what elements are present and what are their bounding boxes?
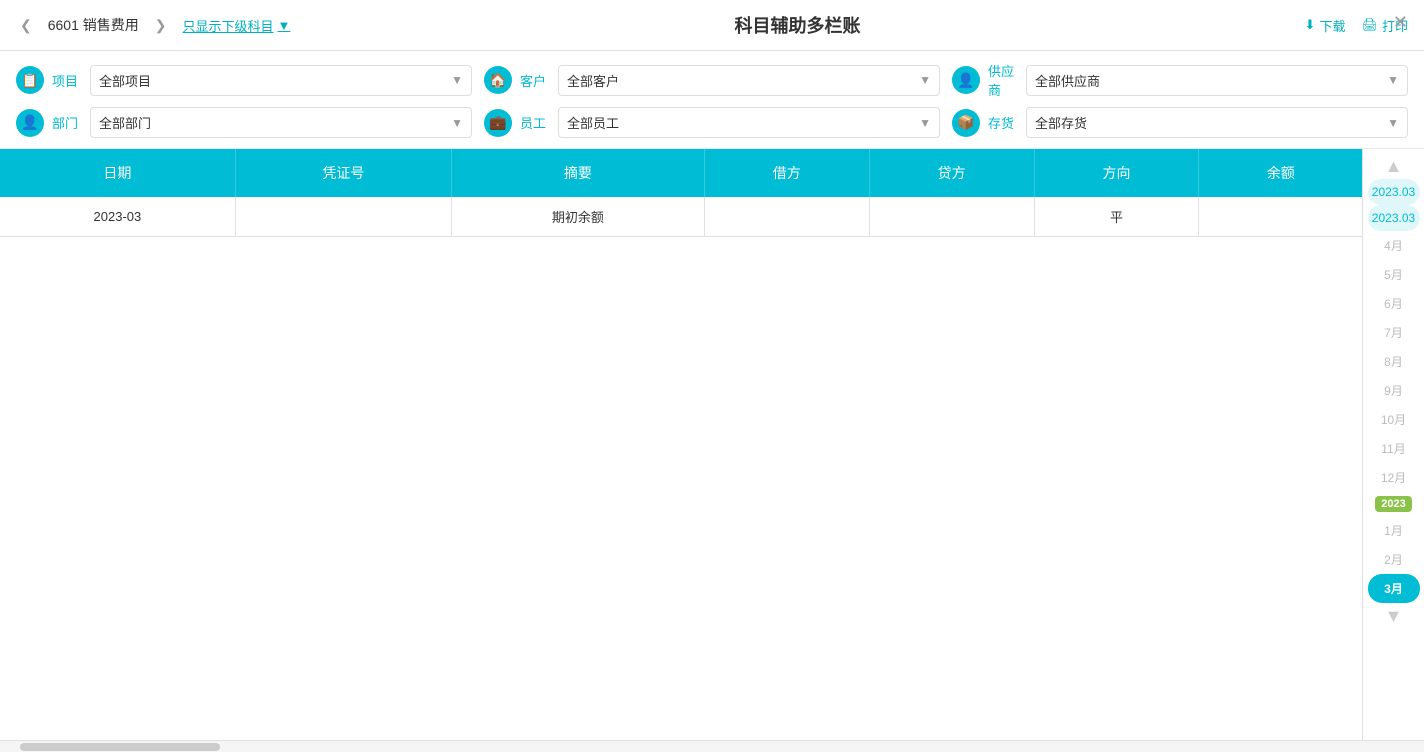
filter-project: 📋 项目 全部项目 ▼ — [16, 61, 472, 99]
col-voucher: 凭证号 — [235, 149, 451, 197]
inventory-icon: 📦 — [952, 109, 980, 137]
scrollbar-thumb[interactable] — [20, 743, 220, 751]
print-icon: 🖨 — [1361, 17, 1378, 33]
cell-credit — [869, 197, 1034, 237]
timeline-period-2[interactable]: 2023.03 — [1368, 205, 1420, 231]
table-row: 2023-03 期初余额 平 — [0, 197, 1362, 237]
timeline-month-11[interactable]: 11月 — [1368, 434, 1420, 463]
employee-select[interactable]: 全部员工 ▼ — [558, 107, 940, 138]
customer-icon: 🏠 — [484, 66, 512, 94]
close-button[interactable]: ✕ — [1393, 12, 1408, 33]
cell-direction: 平 — [1034, 197, 1199, 237]
side-timeline: ▲ 2023.03 2023.03 4月 5月 6月 7月 8月 9月 10月 … — [1362, 149, 1424, 740]
content-area: 日期 凭证号 摘要 借方 贷方 方向 余额 2023-03 期初余额 — [0, 149, 1424, 740]
timeline-month-8[interactable]: 8月 — [1368, 347, 1420, 376]
timeline-month-1[interactable]: 1月 — [1368, 516, 1420, 545]
filter-inventory: 📦 存货 全部存货 ▼ — [952, 107, 1408, 138]
cell-debit — [704, 197, 869, 237]
col-date: 日期 — [0, 149, 235, 197]
horizontal-scrollbar[interactable] — [0, 740, 1424, 752]
download-button[interactable]: ⬇ 下载 — [1305, 16, 1346, 35]
timeline-month-4[interactable]: 4月 — [1368, 231, 1420, 260]
page-title: 科目辅助多栏账 — [302, 12, 1292, 38]
next-account-btn[interactable]: ❯ — [151, 15, 171, 36]
timeline-month-10[interactable]: 10月 — [1368, 405, 1420, 434]
filter-supplier: 👤 供应商 全部供应商 ▼ — [952, 61, 1408, 99]
project-select[interactable]: 全部项目 ▼ — [90, 65, 472, 96]
employee-icon: 💼 — [484, 109, 512, 137]
project-icon: 📋 — [16, 66, 44, 94]
prev-account-btn[interactable]: ❮ — [16, 15, 36, 36]
cell-balance — [1199, 197, 1362, 237]
timeline-period-1[interactable]: 2023.03 — [1368, 179, 1420, 205]
col-credit: 贷方 — [869, 149, 1034, 197]
filter-employee: 💼 员工 全部员工 ▼ — [484, 107, 940, 138]
filters-panel: 📋 项目 全部项目 ▼ 🏠 客户 全部客户 ▼ 👤 供应商 全部供应 — [0, 51, 1424, 149]
department-icon: 👤 — [16, 109, 44, 137]
supplier-icon: 👤 — [952, 66, 980, 94]
cell-summary: 期初余额 — [451, 197, 704, 237]
timeline-month-7[interactable]: 7月 — [1368, 318, 1420, 347]
timeline-month-6[interactable]: 6月 — [1368, 289, 1420, 318]
department-select[interactable]: 全部部门 ▼ — [90, 107, 472, 138]
timeline-month-12[interactable]: 12月 — [1368, 463, 1420, 492]
col-direction: 方向 — [1034, 149, 1199, 197]
account-code: 6601 销售费用 — [48, 15, 139, 35]
main-window: ❮ 6601 销售费用 ❯ 只显示下级科目 ▼ 科目辅助多栏账 ⬇ 下载 🖨 打… — [0, 0, 1424, 752]
download-icon: ⬇ — [1305, 17, 1316, 33]
timeline-up-btn[interactable]: ▲ — [1381, 153, 1407, 179]
filter-department: 👤 部门 全部部门 ▼ — [16, 107, 472, 138]
header: ❮ 6601 销售费用 ❯ 只显示下级科目 ▼ 科目辅助多栏账 ⬇ 下载 🖨 打… — [0, 0, 1424, 51]
year-badge: 2023 — [1375, 496, 1411, 512]
timeline-top-periods: 2023.03 2023.03 — [1363, 179, 1424, 231]
inventory-select[interactable]: 全部存货 ▼ — [1026, 107, 1408, 138]
filter-customer: 🏠 客户 全部客户 ▼ — [484, 61, 940, 99]
timeline-month-9[interactable]: 9月 — [1368, 376, 1420, 405]
show-sub-button[interactable]: 只显示下级科目 ▼ — [183, 16, 291, 35]
timeline-month-3-active[interactable]: 3月 — [1368, 574, 1420, 603]
table-container: 日期 凭证号 摘要 借方 贷方 方向 余额 2023-03 期初余额 — [0, 149, 1362, 740]
table-header-row: 日期 凭证号 摘要 借方 贷方 方向 余额 — [0, 149, 1362, 197]
timeline-month-5[interactable]: 5月 — [1368, 260, 1420, 289]
col-summary: 摘要 — [451, 149, 704, 197]
supplier-select[interactable]: 全部供应商 ▼ — [1026, 65, 1408, 96]
cell-voucher — [235, 197, 451, 237]
timeline-month-2[interactable]: 2月 — [1368, 545, 1420, 574]
timeline-down-btn[interactable]: ▼ — [1381, 603, 1407, 629]
col-balance: 余额 — [1199, 149, 1362, 197]
data-table: 日期 凭证号 摘要 借方 贷方 方向 余额 2023-03 期初余额 — [0, 149, 1362, 237]
customer-select[interactable]: 全部客户 ▼ — [558, 65, 940, 96]
col-debit: 借方 — [704, 149, 869, 197]
cell-date: 2023-03 — [0, 197, 235, 237]
